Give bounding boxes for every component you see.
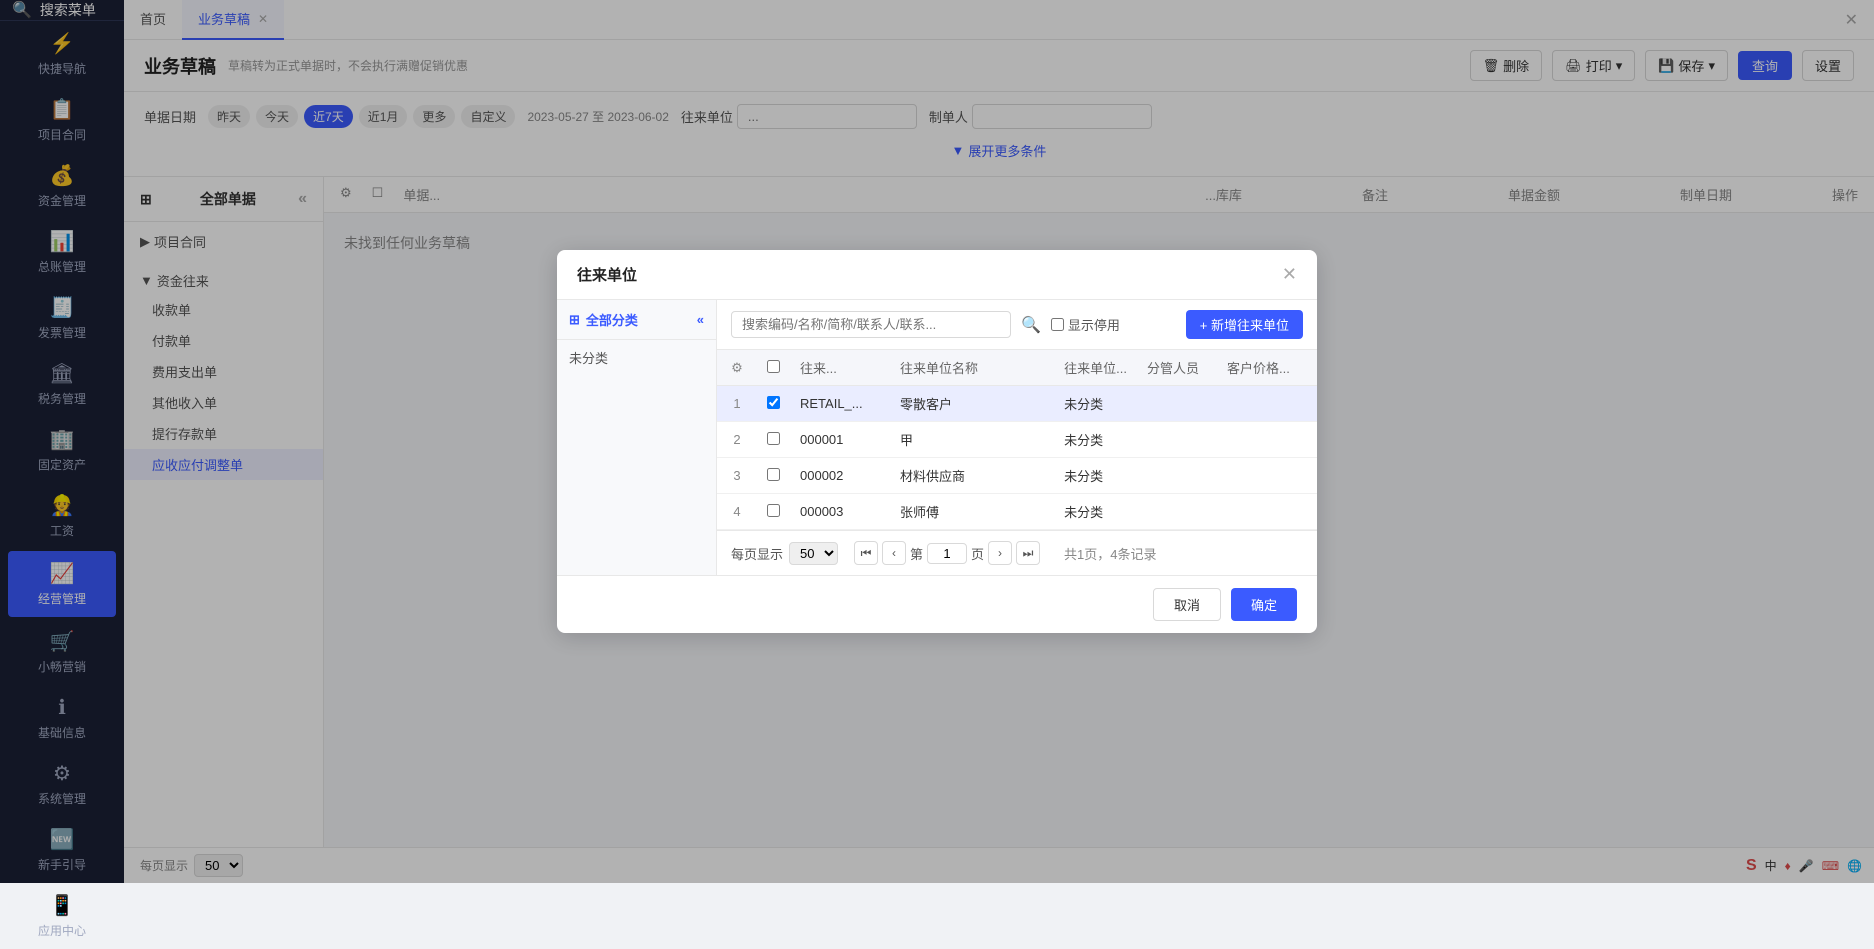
row-code: 000003 (790, 494, 890, 530)
table-header-checkbox[interactable] (757, 350, 790, 386)
table-header-person[interactable]: 分管人员 (1137, 350, 1217, 386)
last-page-btn[interactable]: ⏭ (1016, 541, 1040, 565)
pagination-per-page: 每页显示 50 (731, 542, 838, 565)
row-person (1137, 494, 1217, 530)
row-number: 4 (717, 494, 757, 530)
per-page-select-modal[interactable]: 50 (789, 542, 838, 565)
modal-right-panel: 🔍 显示停用 + 新增往来单位 ⚙ (717, 300, 1317, 575)
row-code: 000001 (790, 422, 890, 458)
row-category: 未分类 (1054, 422, 1137, 458)
modal-overlay: 往来单位 ✕ ⊞ 全部分类 « 未分类 🔍 (0, 0, 1874, 883)
collapse-category-icon[interactable]: « (697, 312, 704, 327)
table-header-code[interactable]: 往来... (790, 350, 890, 386)
partner-modal: 往来单位 ✕ ⊞ 全部分类 « 未分类 🔍 (557, 250, 1317, 633)
row-person (1137, 458, 1217, 494)
table-row[interactable]: 2 000001 甲 未分类 (717, 422, 1317, 458)
row-code: 000002 (790, 458, 890, 494)
add-partner-button[interactable]: + 新增往来单位 (1186, 310, 1303, 339)
table-header-settings[interactable]: ⚙ (717, 350, 757, 386)
modal-table: ⚙ 往来... 往来单位名称 (717, 350, 1317, 530)
sidebar-item-app-center[interactable]: 📱 应用中心 (0, 883, 124, 949)
search-icon: 🔍 (1021, 315, 1041, 335)
page-number-input[interactable] (927, 543, 967, 564)
row-price-level (1217, 386, 1317, 422)
row-name: 甲 (890, 422, 1054, 458)
app-center-icon: 📱 (50, 893, 75, 918)
modal-close-button[interactable]: ✕ (1282, 264, 1297, 285)
cancel-button[interactable]: 取消 (1153, 588, 1221, 621)
row-checkbox-cell[interactable] (757, 386, 790, 422)
modal-body: ⊞ 全部分类 « 未分类 🔍 显示停用 + 新增往来单位 (557, 300, 1317, 575)
table-row[interactable]: 4 000003 张师傅 未分类 (717, 494, 1317, 530)
row-category: 未分类 (1054, 458, 1137, 494)
modal-title: 往来单位 (577, 264, 637, 285)
row-checkbox[interactable] (767, 396, 780, 409)
modal-uncategorized[interactable]: 未分类 (557, 340, 716, 375)
row-price-level (1217, 458, 1317, 494)
row-person (1137, 386, 1217, 422)
show-disabled-label[interactable]: 显示停用 (1051, 315, 1120, 334)
row-name: 材料供应商 (890, 458, 1054, 494)
row-checkbox-cell[interactable] (757, 494, 790, 530)
row-checkbox-cell[interactable] (757, 458, 790, 494)
row-person (1137, 422, 1217, 458)
row-code: RETAIL_... (790, 386, 890, 422)
row-number: 1 (717, 386, 757, 422)
row-price-level (1217, 494, 1317, 530)
grid-icon: ⊞ (569, 312, 580, 328)
prev-page-btn[interactable]: ‹ (882, 541, 906, 565)
pagination-nav: ⏮ ‹ 第 页 › ⏭ (854, 541, 1040, 565)
confirm-button[interactable]: 确定 (1231, 588, 1297, 621)
row-price-level (1217, 422, 1317, 458)
row-name: 张师傅 (890, 494, 1054, 530)
table-header-category[interactable]: 往来单位... (1054, 350, 1137, 386)
next-page-btn[interactable]: › (988, 541, 1012, 565)
modal-all-category[interactable]: ⊞ 全部分类 « (557, 300, 716, 340)
modal-header: 往来单位 ✕ (557, 250, 1317, 300)
modal-pagination: 每页显示 50 ⏮ ‹ 第 页 › ⏭ 共1页，4条记录 (717, 530, 1317, 575)
row-category: 未分类 (1054, 494, 1137, 530)
table-header-name[interactable]: 往来单位名称 (890, 350, 1054, 386)
table-row[interactable]: 1 RETAIL_... 零散客户 未分类 (717, 386, 1317, 422)
row-number: 3 (717, 458, 757, 494)
modal-search-input[interactable] (731, 311, 1011, 338)
modal-toolbar: 🔍 显示停用 + 新增往来单位 (717, 300, 1317, 350)
sidebar-item-label: 应用中心 (38, 922, 86, 939)
modal-footer: 取消 确定 (557, 575, 1317, 633)
table-header-price-level[interactable]: 客户价格... (1217, 350, 1317, 386)
table-row[interactable]: 3 000002 材料供应商 未分类 (717, 458, 1317, 494)
pagination-total: 共1页，4条记录 (1064, 544, 1156, 563)
row-checkbox-cell[interactable] (757, 422, 790, 458)
row-number: 2 (717, 422, 757, 458)
first-page-btn[interactable]: ⏮ (854, 541, 878, 565)
row-checkbox[interactable] (767, 504, 780, 517)
modal-category-panel: ⊞ 全部分类 « 未分类 (557, 300, 717, 575)
row-checkbox[interactable] (767, 432, 780, 445)
show-disabled-checkbox[interactable] (1051, 318, 1064, 331)
select-all-checkbox[interactable] (767, 360, 780, 373)
row-category: 未分类 (1054, 386, 1137, 422)
row-checkbox[interactable] (767, 468, 780, 481)
row-name: 零散客户 (890, 386, 1054, 422)
